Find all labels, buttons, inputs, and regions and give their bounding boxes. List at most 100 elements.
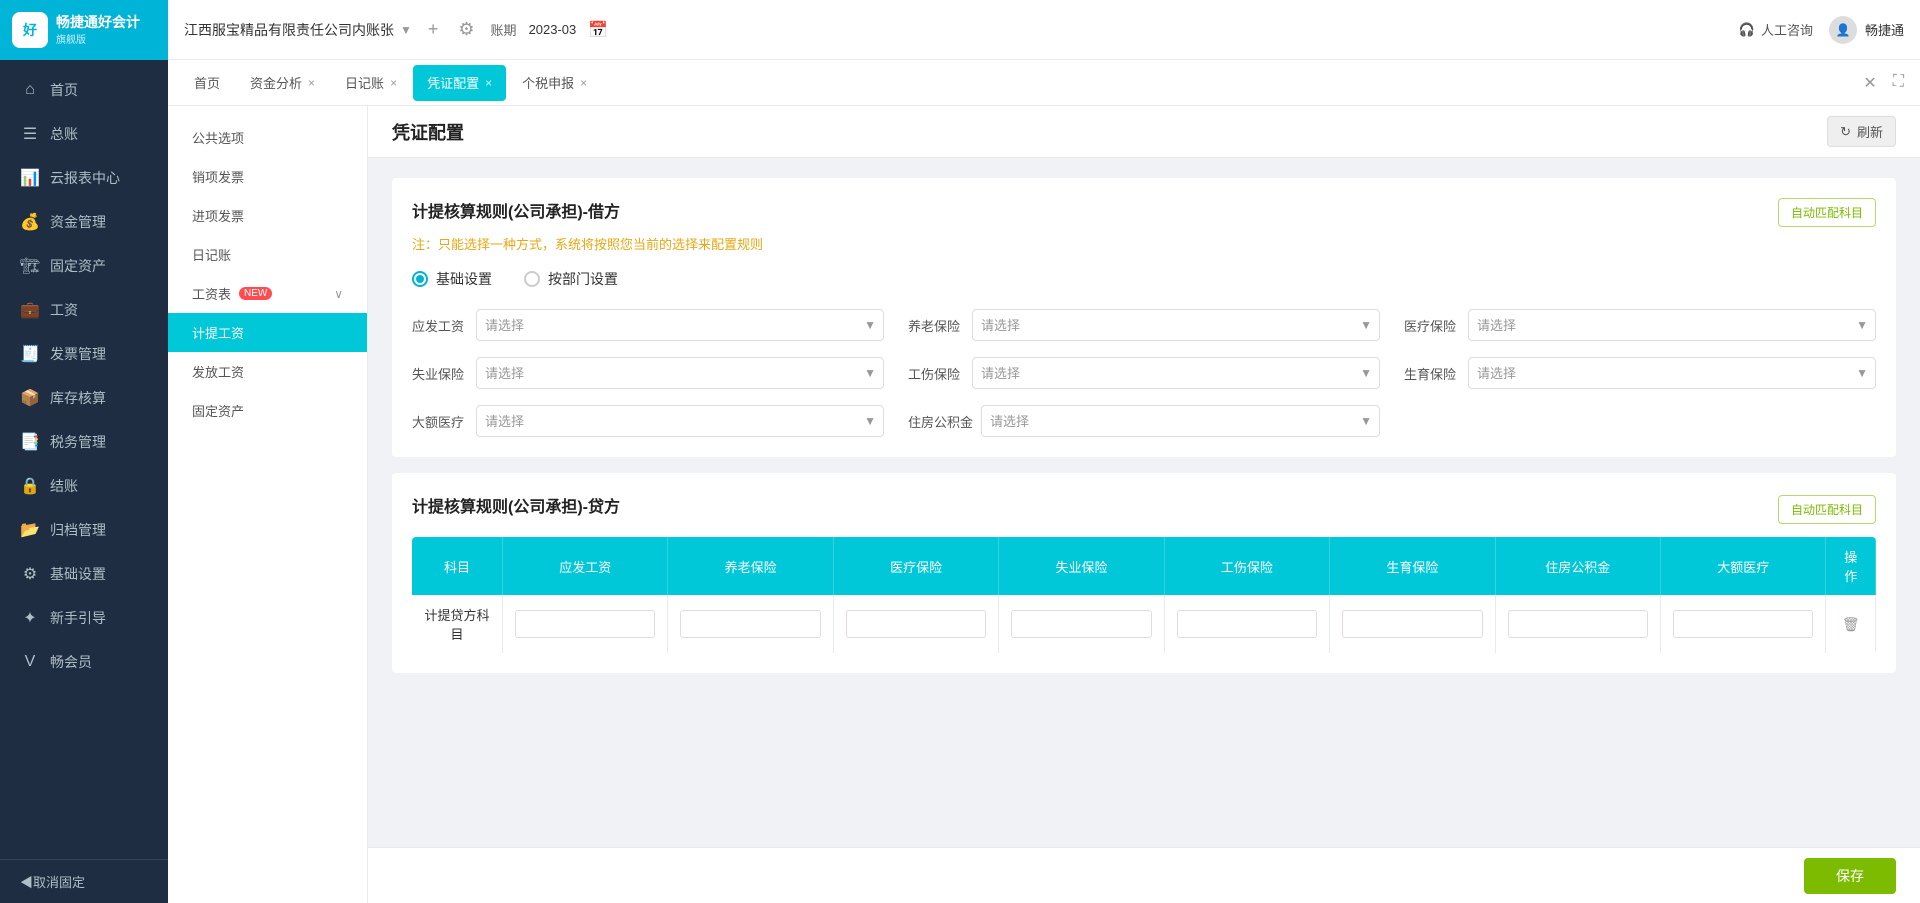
row-unemployment-cell [999, 595, 1164, 653]
add-company-button[interactable]: + [424, 15, 443, 44]
sidebar-item-inventory[interactable]: 📦 库存核算 [0, 376, 168, 420]
expand-icon: ∨ [334, 287, 343, 301]
sidebar-label-member: 畅会员 [50, 652, 92, 672]
sidebar: 好 畅捷通好会计 旗舰版 ⌂ 首页 ☰ 总账 📊 云报表中心 💰 资金管理 🏗 … [0, 0, 168, 903]
field-unemployment-select[interactable]: 请选择 [476, 357, 884, 389]
row-injury-input[interactable] [1177, 610, 1317, 638]
field-housing-select[interactable]: 请选择 [981, 405, 1380, 437]
radio-basic[interactable]: 基础设置 [412, 269, 492, 289]
field-medical-select[interactable]: 请选择 [1468, 309, 1876, 341]
col-pension: 养老保险 [668, 537, 833, 595]
sidebar-item-ledger[interactable]: ☰ 总账 [0, 112, 168, 156]
sidebar-item-settings[interactable]: ⚙ 基础设置 [0, 552, 168, 596]
sidebar-item-reports[interactable]: 📊 云报表中心 [0, 156, 168, 200]
row-large-medical-input[interactable] [1673, 610, 1813, 638]
sub-item-salary-table[interactable]: 工资表 NEW ∨ [168, 274, 367, 313]
row-medical-input[interactable] [846, 610, 986, 638]
field-injury-select[interactable]: 请选择 [972, 357, 1380, 389]
field-large-medical-select[interactable]: 请选择 [476, 405, 884, 437]
sub-sidebar: 公共选项 销项发票 进项发票 日记账 工资表 NEW ∨ 计提工资 [168, 106, 368, 903]
sidebar-item-invoices[interactable]: 🧾 发票管理 [0, 332, 168, 376]
tab-home[interactable]: 首页 [180, 65, 234, 101]
avatar: 👤 [1829, 16, 1857, 44]
sub-item-journal[interactable]: 日记账 [168, 235, 367, 274]
sidebar-item-assets[interactable]: 🏗 固定资产 [0, 244, 168, 288]
sub-item-sales[interactable]: 销项发票 [168, 157, 367, 196]
sidebar-label-home: 首页 [50, 80, 78, 100]
company-selector[interactable]: 江西服宝精品有限责任公司内账张 ▼ [184, 20, 412, 40]
sub-label-sales: 销项发票 [192, 167, 244, 186]
sidebar-nav: ⌂ 首页 ☰ 总账 📊 云报表中心 💰 资金管理 🏗 固定资产 💼 工资 🧾 发… [0, 60, 168, 859]
headset-icon: 🎧 [1739, 22, 1755, 38]
field-salary-label: 应发工资 [412, 316, 468, 335]
tab-journal-close[interactable]: × [390, 76, 397, 90]
calendar-icon[interactable]: 📅 [588, 20, 608, 40]
new-badge: NEW [239, 287, 272, 300]
settings-button[interactable]: ⚙ [454, 15, 478, 44]
save-button[interactable]: 保存 [1804, 858, 1896, 894]
tab-tax-close[interactable]: × [580, 76, 587, 90]
tab-tax[interactable]: 个税申报 × [508, 65, 601, 101]
support-button[interactable]: 🎧 人工咨询 [1739, 20, 1813, 39]
row-maternity-input[interactable] [1342, 610, 1482, 638]
sub-item-pay[interactable]: 发放工资 [168, 352, 367, 391]
row-pension-cell [668, 595, 833, 653]
sub-item-purchase[interactable]: 进项发票 [168, 196, 367, 235]
refresh-label: 刷新 [1857, 122, 1883, 141]
sub-label-salary-table: 工资表 [192, 284, 231, 303]
sidebar-item-tax[interactable]: 📑 税务管理 [0, 420, 168, 464]
content-area: 公共选项 销项发票 进项发票 日记账 工资表 NEW ∨ 计提工资 [168, 106, 1920, 903]
sidebar-label-guide: 新手引导 [50, 608, 106, 628]
sidebar-item-closing[interactable]: 🔒 结账 [0, 464, 168, 508]
refresh-button[interactable]: ↻ 刷新 [1827, 116, 1896, 147]
tab-home-label: 首页 [194, 73, 220, 92]
page-content: 计提核算规则(公司承担)-借方 自动匹配科目 注：只能选择一种方式，系统将按照您… [368, 158, 1920, 847]
row-pension-input[interactable] [680, 610, 820, 638]
sub-item-public[interactable]: 公共选项 [168, 118, 367, 157]
sub-item-raise[interactable]: 计提工资 [168, 313, 367, 352]
tab-tax-label: 个税申报 [522, 73, 574, 92]
tab-journal-label: 日记账 [345, 73, 384, 92]
page-main: 凭证配置 ↻ 刷新 计提核算规则(公司承担)-借方 自动匹配科目 注：只能选择一… [368, 106, 1920, 903]
tab-voucher[interactable]: 凭证配置 × [413, 65, 506, 101]
notice-text: 注：只能选择一种方式，系统将按照您当前的选择来配置规则 [412, 237, 763, 252]
col-subject: 科目 [412, 537, 503, 595]
row-unemployment-input[interactable] [1011, 610, 1151, 638]
tab-voucher-close[interactable]: × [485, 76, 492, 90]
tab-journal[interactable]: 日记账 × [331, 65, 411, 101]
field-medical-label: 医疗保险 [1404, 316, 1460, 335]
col-maternity: 生育保险 [1330, 537, 1495, 595]
sidebar-item-funds[interactable]: 💰 资金管理 [0, 200, 168, 244]
row-housing-cell [1495, 595, 1660, 653]
unpin-button[interactable]: ◀取消固定 [0, 859, 168, 903]
sub-item-fixed-assets[interactable]: 固定资产 [168, 391, 367, 430]
field-salary-select[interactable]: 请选择 [476, 309, 884, 341]
home-icon: ⌂ [20, 81, 40, 99]
row-housing-input[interactable] [1508, 610, 1648, 638]
sidebar-label-tax: 税务管理 [50, 432, 106, 452]
maximize-button[interactable]: ⛶ [1889, 69, 1908, 97]
debit-section-title: 计提核算规则(公司承担)-借方 [412, 198, 620, 222]
sub-label-public: 公共选项 [192, 128, 244, 147]
credit-auto-match-button[interactable]: 自动匹配科目 [1778, 495, 1876, 524]
field-pension-select[interactable]: 请选择 [972, 309, 1380, 341]
sidebar-item-guide[interactable]: ✦ 新手引导 [0, 596, 168, 640]
field-salary: 应发工资 请选择 ▼ [412, 309, 884, 341]
close-tab-button[interactable]: ✕ [1859, 69, 1880, 97]
sidebar-item-home[interactable]: ⌂ 首页 [0, 68, 168, 112]
field-maternity-select[interactable]: 请选择 [1468, 357, 1876, 389]
sidebar-item-salary[interactable]: 💼 工资 [0, 288, 168, 332]
delete-row-button[interactable]: 🗑 [1842, 616, 1860, 632]
credit-section-title: 计提核算规则(公司承担)-贷方 [412, 493, 620, 517]
tab-funds[interactable]: 资金分析 × [236, 65, 329, 101]
debit-auto-match-button[interactable]: 自动匹配科目 [1778, 198, 1876, 227]
sidebar-item-archive[interactable]: 📂 归档管理 [0, 508, 168, 552]
closing-icon: 🔒 [20, 476, 40, 496]
row-salary-input[interactable] [515, 610, 655, 638]
sidebar-item-member[interactable]: V 畅会员 [0, 640, 168, 684]
user-info[interactable]: 👤 畅捷通 [1829, 16, 1904, 44]
sub-label-pay: 发放工资 [192, 362, 244, 381]
radio-department[interactable]: 按部门设置 [524, 269, 618, 289]
page-title: 凭证配置 [392, 119, 464, 145]
tab-funds-close[interactable]: × [308, 76, 315, 90]
